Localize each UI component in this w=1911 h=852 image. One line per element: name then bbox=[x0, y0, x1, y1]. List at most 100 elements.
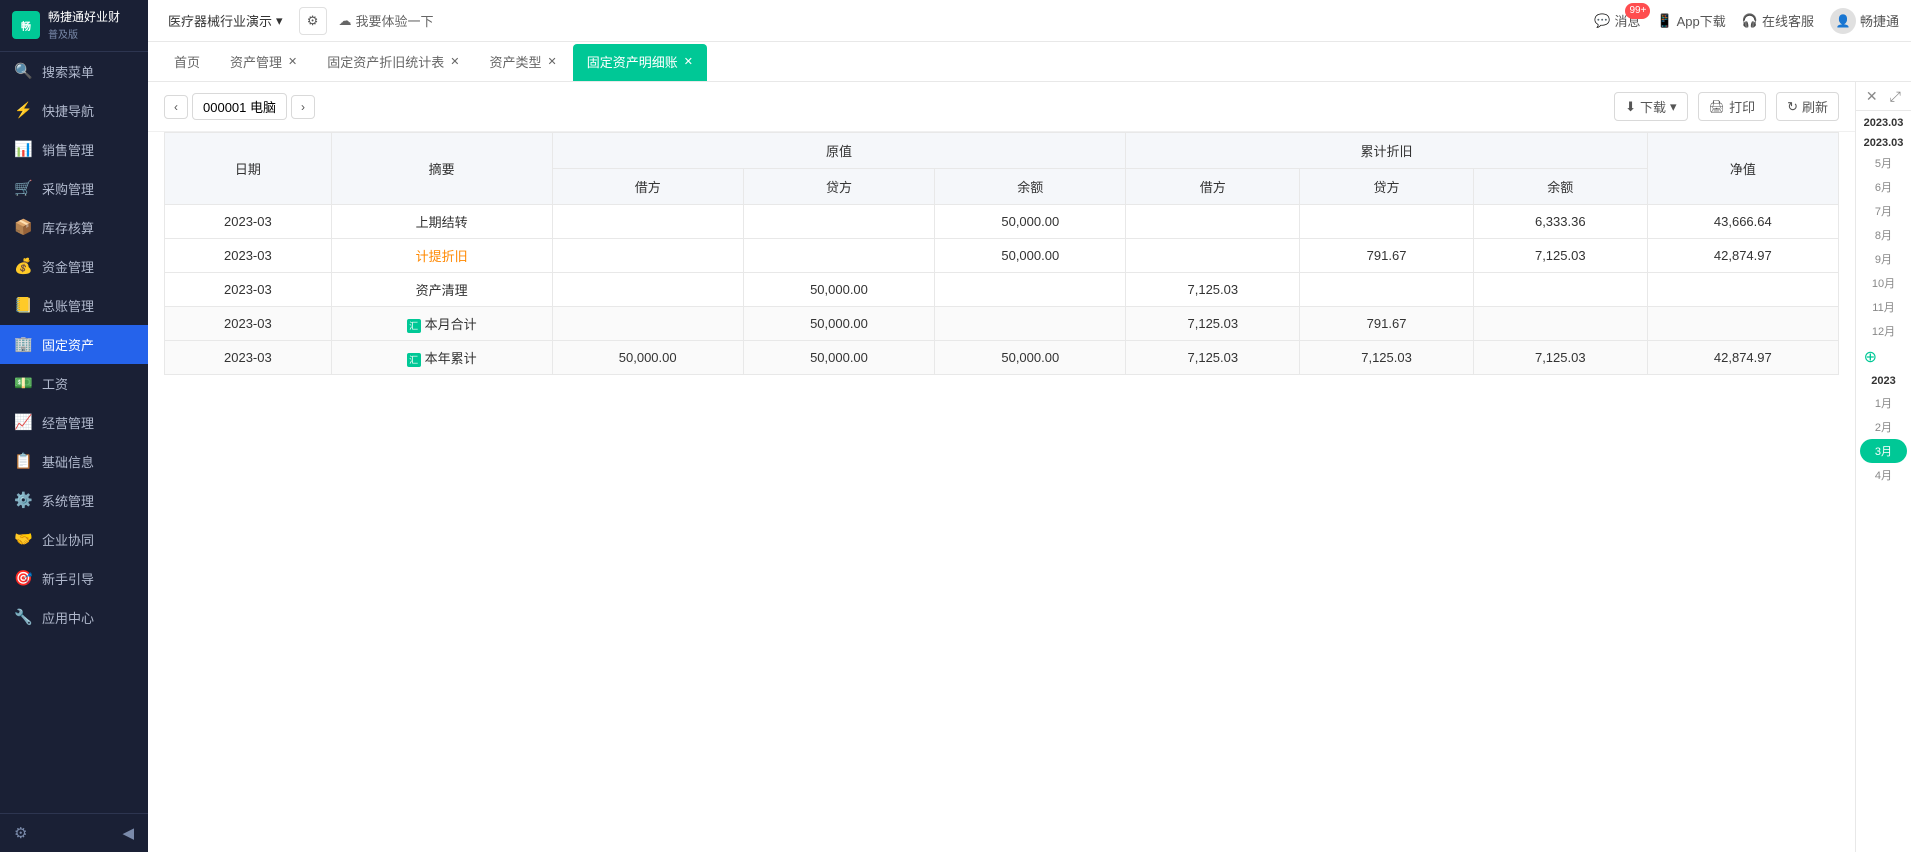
cell-lzj-debit: 7,125.03 bbox=[1126, 307, 1300, 341]
sidebar-item-basic-info[interactable]: 📋 基础信息 bbox=[0, 442, 148, 481]
timeline-month[interactable]: 9月 bbox=[1860, 247, 1908, 271]
prev-btn[interactable]: ‹ bbox=[164, 95, 188, 119]
experience-btn[interactable]: ☁ 我要体验一下 bbox=[339, 11, 434, 30]
timeline-month[interactable]: 10月 bbox=[1860, 271, 1908, 295]
app-download-action[interactable]: 📱 App下载 bbox=[1656, 11, 1725, 30]
sidebar-item-inventory[interactable]: 📦 库存核算 bbox=[0, 208, 148, 247]
tab-close-4[interactable]: ✕ bbox=[684, 55, 693, 68]
sidebar-item-newbie[interactable]: 🎯 新手引导 bbox=[0, 559, 148, 598]
cell-summary: 计提折旧 bbox=[331, 239, 552, 273]
download-icon: 📱 bbox=[1656, 13, 1672, 29]
sidebar-footer: ⚙ ◀ bbox=[0, 813, 148, 852]
timeline-month[interactable]: 3月 bbox=[1860, 439, 1908, 463]
download-btn[interactable]: ⬇ 下载 ▾ bbox=[1614, 92, 1687, 121]
tab-close-3[interactable]: ✕ bbox=[548, 55, 557, 68]
table-row: 2023-03 汇本年累计 50,000.00 50,000.00 50,000… bbox=[165, 341, 1839, 375]
tab-2[interactable]: 固定资产折旧统计表✕ bbox=[313, 44, 473, 81]
company-selector[interactable]: 医疗器械行业演示 ▾ bbox=[160, 7, 291, 34]
app-logo: 畅 bbox=[12, 11, 40, 39]
timeline-month[interactable]: 8月 bbox=[1860, 223, 1908, 247]
cell-yz-credit bbox=[743, 205, 934, 239]
cell-lzj-debit: 7,125.03 bbox=[1126, 273, 1300, 307]
topbar-settings-btn[interactable]: ⚙ bbox=[299, 7, 327, 35]
tab-3[interactable]: 资产类型✕ bbox=[475, 44, 570, 81]
th-yz-balance: 余额 bbox=[935, 169, 1126, 205]
tab-close-2[interactable]: ✕ bbox=[450, 55, 459, 68]
user-action[interactable]: 👤 畅捷通 bbox=[1830, 8, 1899, 34]
collapse-icon[interactable]: ◀ bbox=[122, 824, 134, 842]
sidebar-label-system: 系统管理 bbox=[42, 491, 94, 510]
service-icon: 🎧 bbox=[1742, 13, 1758, 29]
cell-yz-balance: 50,000.00 bbox=[935, 341, 1126, 375]
main-area: 医疗器械行业演示 ▾ ⚙ ☁ 我要体验一下 💬 消息 99+ 📱 App下载 🎧… bbox=[148, 0, 1911, 852]
timeline-month[interactable]: 11月 bbox=[1860, 295, 1908, 319]
tab-close-1[interactable]: ✕ bbox=[288, 55, 297, 68]
timeline-month[interactable]: 5月 bbox=[1860, 151, 1908, 175]
sidebar-item-ledger[interactable]: 📒 总账管理 bbox=[0, 286, 148, 325]
cloud-icon: ☁ bbox=[339, 13, 352, 29]
sidebar-item-payroll[interactable]: 💵 工资 bbox=[0, 364, 148, 403]
basic-info-icon: 📋 bbox=[14, 452, 32, 470]
sidebar-item-app-center[interactable]: 🔧 应用中心 bbox=[0, 598, 148, 637]
cell-summary: 上期结转 bbox=[331, 205, 552, 239]
table-row: 2023-03 计提折旧 50,000.00 791.67 7,125.03 4… bbox=[165, 239, 1839, 273]
message-icon: 💬 bbox=[1594, 13, 1610, 29]
inventory-icon: 📦 bbox=[14, 218, 32, 236]
topbar-right: 💬 消息 99+ 📱 App下载 🎧 在线客服 👤 畅捷通 bbox=[1594, 8, 1899, 34]
cell-date: 2023-03 bbox=[165, 205, 332, 239]
sidebar-item-purchase[interactable]: 🛒 采购管理 bbox=[0, 169, 148, 208]
sidebar-item-sales[interactable]: 📊 销售管理 bbox=[0, 130, 148, 169]
panel-close-btn[interactable]: ✕ bbox=[1862, 86, 1882, 106]
newbie-icon: 🎯 bbox=[14, 569, 32, 587]
panel-controls: ✕ ⤢ bbox=[1856, 82, 1911, 111]
timeline-month[interactable]: 4月 bbox=[1860, 463, 1908, 487]
content-area: ‹ 000001 电脑 › ⬇ 下载 ▾ 🖨 打印 ↻ bbox=[148, 82, 1911, 852]
cell-lzj-credit bbox=[1300, 273, 1474, 307]
sidebar-item-quick-nav[interactable]: ⚡ 快捷导航 bbox=[0, 91, 148, 130]
cell-lzj-debit: 7,125.03 bbox=[1126, 341, 1300, 375]
th-lejizheju: 累计折旧 bbox=[1126, 133, 1647, 169]
cell-date: 2023-03 bbox=[165, 307, 332, 341]
next-btn[interactable]: › bbox=[291, 95, 315, 119]
cell-yz-credit: 50,000.00 bbox=[743, 273, 934, 307]
timeline-month[interactable]: 6月 bbox=[1860, 175, 1908, 199]
sidebar-label-operations: 经营管理 bbox=[42, 413, 94, 432]
sidebar-item-search[interactable]: 🔍 搜索菜单 bbox=[0, 52, 148, 91]
settings-icon[interactable]: ⚙ bbox=[14, 824, 27, 842]
tab-0[interactable]: 首页 bbox=[160, 44, 214, 81]
cell-jingzhi: 42,874.97 bbox=[1647, 239, 1838, 273]
sidebar-label-quick-nav: 快捷导航 bbox=[42, 101, 94, 120]
panel-expand-btn[interactable]: ⤢ bbox=[1886, 86, 1906, 106]
tab-4[interactable]: 固定资产明细账✕ bbox=[573, 44, 707, 81]
refresh-btn[interactable]: ↻ 刷新 bbox=[1776, 92, 1839, 121]
tabbar: 首页资产管理✕固定资产折旧统计表✕资产类型✕固定资产明细账✕ bbox=[148, 42, 1911, 82]
cell-yz-balance bbox=[935, 307, 1126, 341]
avatar: 👤 bbox=[1830, 8, 1856, 34]
sidebar-item-finance[interactable]: 💰 资金管理 bbox=[0, 247, 148, 286]
cell-lzj-debit bbox=[1126, 205, 1300, 239]
sidebar-item-operations[interactable]: 📈 经营管理 bbox=[0, 403, 148, 442]
cell-lzj-balance: 6,333.36 bbox=[1473, 205, 1647, 239]
sidebar-item-system[interactable]: ⚙️ 系统管理 bbox=[0, 481, 148, 520]
timeline-expand-icon[interactable]: ⊕ bbox=[1860, 343, 1908, 371]
cell-yz-credit: 50,000.00 bbox=[743, 341, 934, 375]
print-label: 打印 bbox=[1729, 97, 1755, 116]
tab-1[interactable]: 资产管理✕ bbox=[216, 44, 311, 81]
sidebar-label-purchase: 采购管理 bbox=[42, 179, 94, 198]
th-lzj-balance: 余额 bbox=[1473, 169, 1647, 205]
timeline-month[interactable]: 2月 bbox=[1860, 415, 1908, 439]
timeline-month[interactable]: 7月 bbox=[1860, 199, 1908, 223]
sidebar-item-enterprise[interactable]: 🤝 企业协同 bbox=[0, 520, 148, 559]
ledger-icon: 📒 bbox=[14, 296, 32, 314]
print-btn[interactable]: 🖨 打印 bbox=[1698, 92, 1767, 121]
cell-lzj-credit: 791.67 bbox=[1300, 239, 1474, 273]
timeline-month[interactable]: 1月 bbox=[1860, 391, 1908, 415]
sidebar-item-fixed-assets[interactable]: 🏢 固定资产 bbox=[0, 325, 148, 364]
message-action[interactable]: 💬 消息 99+ bbox=[1594, 11, 1640, 30]
sidebar-nav: 🔍 搜索菜单⚡ 快捷导航📊 销售管理🛒 采购管理📦 库存核算💰 资金管理📒 总账… bbox=[0, 52, 148, 813]
cell-yz-balance bbox=[935, 273, 1126, 307]
online-service-action[interactable]: 🎧 在线客服 bbox=[1742, 11, 1814, 30]
operations-icon: 📈 bbox=[14, 413, 32, 431]
cell-date: 2023-03 bbox=[165, 341, 332, 375]
timeline-month[interactable]: 12月 bbox=[1860, 319, 1908, 343]
